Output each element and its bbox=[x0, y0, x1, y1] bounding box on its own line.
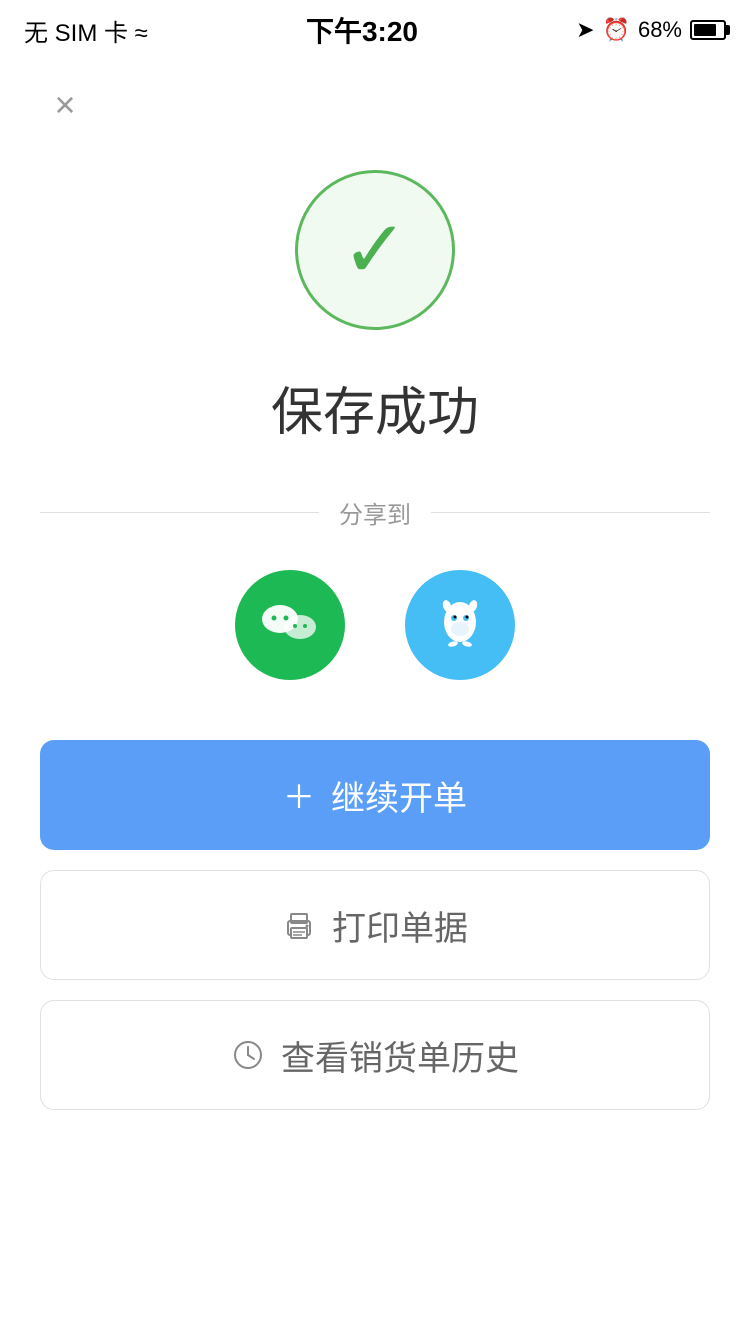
status-bar: 无 SIM 卡 ≈ 下午3:20 ➤ ⏰ 68% bbox=[0, 0, 750, 60]
print-label: 打印单据 bbox=[332, 901, 468, 950]
close-button[interactable]: × bbox=[40, 80, 90, 130]
share-divider: 分享到 bbox=[40, 495, 710, 530]
checkmark-icon: ✓ bbox=[341, 210, 408, 290]
print-button[interactable]: 打印单据 bbox=[40, 870, 710, 980]
qq-share-button[interactable] bbox=[405, 570, 515, 680]
share-buttons-row bbox=[235, 570, 515, 680]
battery-label: 68% bbox=[638, 17, 682, 43]
close-icon: × bbox=[54, 87, 75, 123]
action-buttons: ＋ 继续开单 打印单据 bbox=[40, 740, 710, 1110]
divider-right bbox=[431, 512, 710, 513]
battery-icon bbox=[690, 20, 726, 40]
plus-icon: ＋ bbox=[283, 772, 315, 818]
history-button[interactable]: 查看销货单历史 bbox=[40, 1000, 710, 1110]
status-left: 无 SIM 卡 ≈ bbox=[24, 13, 148, 48]
continue-label: 继续开单 bbox=[331, 771, 467, 820]
share-label: 分享到 bbox=[339, 495, 411, 530]
alarm-icon: ⏰ bbox=[603, 17, 630, 43]
history-label: 查看销货单历史 bbox=[281, 1031, 519, 1080]
success-circle: ✓ bbox=[295, 170, 455, 330]
status-right: ➤ ⏰ 68% bbox=[576, 17, 726, 43]
clock-icon bbox=[231, 1038, 265, 1072]
wechat-icon bbox=[258, 593, 323, 658]
continue-button[interactable]: ＋ 继续开单 bbox=[40, 740, 710, 850]
main-content: × ✓ 保存成功 分享到 bbox=[0, 60, 750, 1110]
status-time: 下午3:20 bbox=[306, 10, 418, 50]
qq-icon bbox=[429, 594, 491, 656]
divider-left bbox=[40, 512, 319, 513]
wechat-share-button[interactable] bbox=[235, 570, 345, 680]
location-icon: ➤ bbox=[576, 17, 594, 43]
printer-icon bbox=[282, 908, 316, 942]
success-title: 保存成功 bbox=[271, 370, 479, 445]
sim-label: 无 SIM 卡 ≈ bbox=[24, 13, 148, 48]
